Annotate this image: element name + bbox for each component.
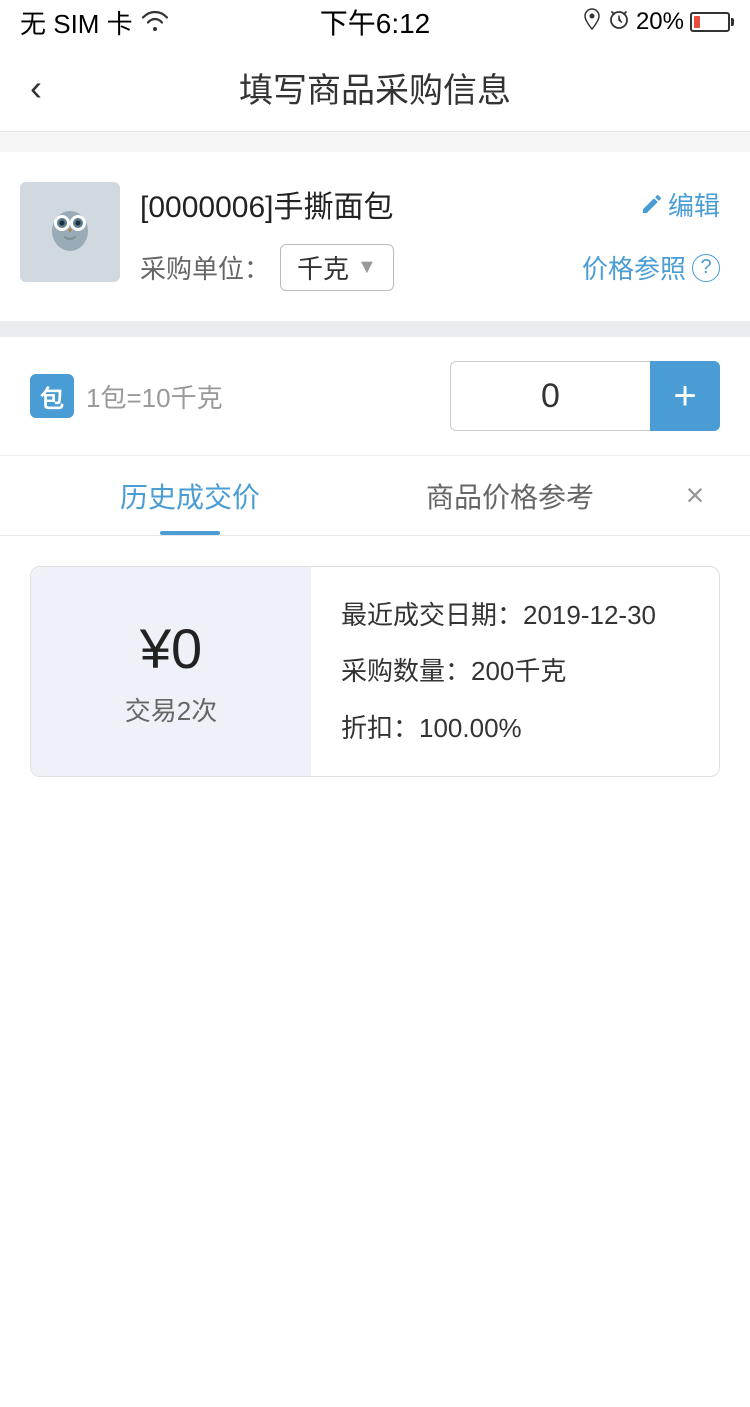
page-title: 填写商品采购信息 bbox=[239, 63, 511, 112]
status-left: 无 SIM 卡 bbox=[20, 4, 169, 41]
price-amount: ¥0 bbox=[140, 616, 202, 681]
quantity-input-group: + bbox=[450, 361, 720, 431]
unit-label: 采购单位： bbox=[140, 249, 270, 286]
wifi-icon bbox=[141, 7, 169, 38]
quantity-plus-button[interactable]: + bbox=[650, 361, 720, 431]
tab-product-price-ref-label: 商品价格参考 bbox=[426, 476, 594, 516]
price-content: ¥0 交易2次 最近成交日期：2019-12-30 采购数量：200千克 折扣：… bbox=[0, 536, 750, 807]
recent-date-row: 最近成交日期：2019-12-30 bbox=[341, 597, 689, 633]
alarm-icon bbox=[608, 8, 630, 37]
product-info: [0000006]手撕面包 编辑 采购单位： 千克 ▼ bbox=[140, 182, 720, 291]
unit-conversion: 1包=10千克 bbox=[86, 378, 223, 415]
tab-history-price-label: 历史成交价 bbox=[120, 476, 260, 516]
tab-history-price[interactable]: 历史成交价 bbox=[30, 456, 350, 535]
location-icon bbox=[582, 8, 602, 37]
product-thumbnail bbox=[20, 182, 120, 282]
discount-value: 100.00% bbox=[419, 713, 522, 743]
product-image-icon bbox=[40, 197, 100, 267]
product-name: [0000006]手撕面包 bbox=[140, 182, 393, 226]
unit-info: 包 1包=10千克 bbox=[30, 374, 223, 418]
tab-panel: 历史成交价 商品价格参考 × ¥0 交易2次 最近成交日期：2019-12-30… bbox=[0, 456, 750, 807]
section-divider bbox=[0, 321, 750, 337]
status-time: 下午6:12 bbox=[320, 2, 431, 42]
status-right: 20% bbox=[582, 8, 730, 37]
tab-product-price-ref[interactable]: 商品价格参考 bbox=[350, 456, 670, 535]
tab-close-button[interactable]: × bbox=[670, 471, 720, 521]
purchase-qty-label: 采购数量： bbox=[341, 656, 471, 686]
price-ref-help-icon: ? bbox=[692, 254, 720, 282]
discount-label: 折扣： bbox=[341, 713, 419, 743]
back-button[interactable]: ‹ bbox=[30, 67, 80, 109]
status-bar: 无 SIM 卡 下午6:12 20% bbox=[0, 0, 750, 44]
price-card: ¥0 交易2次 最近成交日期：2019-12-30 采购数量：200千克 折扣：… bbox=[30, 566, 720, 777]
quantity-input[interactable] bbox=[450, 361, 650, 431]
price-left-panel: ¥0 交易2次 bbox=[31, 567, 311, 776]
tab-underline bbox=[160, 531, 220, 535]
price-ref-button[interactable]: 价格参照 ? bbox=[582, 249, 720, 286]
unit-box: 包 bbox=[30, 374, 74, 418]
unit-selector[interactable]: 千克 ▼ bbox=[280, 244, 394, 291]
discount-row: 折扣：100.00% bbox=[341, 710, 689, 746]
carrier-text: 无 SIM 卡 bbox=[20, 4, 133, 41]
quantity-row: 包 1包=10千克 + bbox=[0, 337, 750, 456]
recent-date-label: 最近成交日期： bbox=[341, 600, 523, 630]
edit-button[interactable]: 编辑 bbox=[640, 186, 720, 223]
nav-bar: ‹ 填写商品采购信息 bbox=[0, 44, 750, 132]
battery-icon bbox=[690, 12, 730, 32]
currency-symbol: ¥ bbox=[140, 617, 171, 680]
price-trades: 交易2次 bbox=[125, 691, 217, 728]
purchase-qty-row: 采购数量：200千克 bbox=[341, 653, 689, 689]
page-rest bbox=[0, 807, 750, 1407]
recent-date-value: 2019-12-30 bbox=[523, 600, 656, 630]
purchase-qty-value: 200千克 bbox=[471, 656, 566, 686]
product-card: [0000006]手撕面包 编辑 采购单位： 千克 ▼ bbox=[0, 152, 750, 321]
battery-percent: 20% bbox=[636, 8, 684, 36]
price-right-panel: 最近成交日期：2019-12-30 采购数量：200千克 折扣：100.00% bbox=[311, 567, 719, 776]
tab-bar: 历史成交价 商品价格参考 × bbox=[0, 456, 750, 536]
price-value: 0 bbox=[171, 617, 202, 680]
